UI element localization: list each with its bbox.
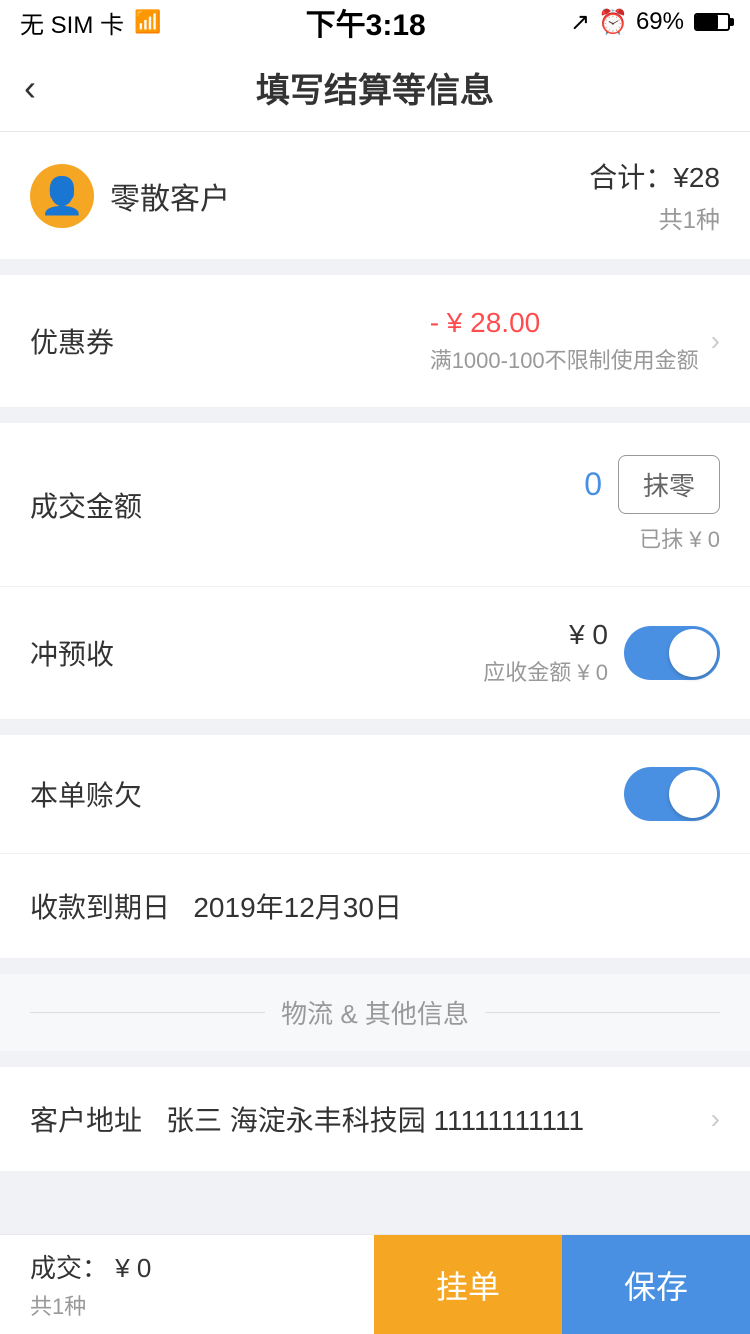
trade-value: ¥ 0 [115,1253,151,1283]
coupon-value: - ¥ 28.00 满1000-100不限制使用金额 [430,307,699,375]
coupon-discount: - ¥ 28.00 [430,307,699,339]
logistics-header: 物流 & 其他信息 [0,974,750,1051]
amount-top: 0 抹零 [584,455,720,514]
bottom-summary: 成交： ¥ 0 共1种 [0,1248,374,1321]
status-left: 无 SIM 卡 📶 [20,5,161,40]
page-title: 填写结算等信息 [256,63,494,112]
amount-label: 成交金额 [30,485,142,525]
pre-collection-row: 冲预收 ¥ 0 应收金额 ¥ 0 [0,587,750,719]
credit-toggle[interactable] [624,767,720,821]
address-chevron-icon: › [711,1103,720,1135]
avatar-icon: 👤 [40,175,85,217]
credit-toggle-knob [669,770,717,818]
address-section: 客户地址 张三 海淀永丰科技园 11111111111 › [0,1067,750,1171]
carrier-text: 无 SIM 卡 [20,5,124,40]
pre-collection-toggle[interactable] [624,626,720,680]
battery-icon [694,13,730,31]
wifi-icon: 📶 [134,9,161,35]
back-button[interactable]: ‹ [24,67,36,109]
round-zero-button[interactable]: 抹零 [618,455,720,514]
customer-section: 👤 零散客户 合计：¥28 共1种 [0,132,750,259]
credit-row: 本单赊欠 [0,735,750,853]
pre-label: 冲预收 [30,633,114,673]
bottom-trade-text: 成交： ¥ 0 [30,1248,344,1285]
address-value: 张三 海淀永丰科技园 11111111111 [150,1099,711,1139]
nav-bar: ‹ 填写结算等信息 [0,44,750,132]
credit-label: 本单赊欠 [30,774,142,814]
total-amount: 合计：¥28 [589,156,720,196]
logistics-line-right [485,1012,720,1013]
credit-section: 本单赊欠 收款到期日 2019年12月30日 [0,735,750,958]
battery-percentage: 69% [636,8,684,36]
status-time: 下午3:18 [306,0,426,44]
due-date-value: 2019年12月30日 [193,892,402,923]
bottom-count: 共1种 [30,1289,344,1321]
address-label: 客户地址 [30,1099,150,1139]
save-button[interactable]: 保存 [562,1235,750,1334]
amount-sub-text: 已抹 ¥ 0 [639,522,720,554]
address-row[interactable]: 客户地址 张三 海淀永丰科技园 11111111111 › [0,1067,750,1171]
toggle-knob [669,629,717,677]
pre-amounts: ¥ 0 应收金额 ¥ 0 [483,619,608,687]
customer-right: 合计：¥28 共1种 [589,156,720,235]
transaction-section: 成交金额 0 抹零 已抹 ¥ 0 冲预收 ¥ 0 应收金额 ¥ 0 [0,423,750,719]
location-icon: ↗ [570,8,590,37]
avatar: 👤 [30,164,94,228]
logistics-line-left [30,1012,265,1013]
status-bar: 无 SIM 卡 📶 下午3:18 ↗ ⏰ 69% [0,0,750,44]
coupon-section: 优惠券 - ¥ 28.00 满1000-100不限制使用金额 › [0,275,750,407]
alarm-icon: ⏰ [598,8,628,37]
pre-left: 冲预收 [30,633,114,673]
hold-order-button[interactable]: 挂单 [374,1235,562,1334]
logistics-section: 物流 & 其他信息 [0,974,750,1051]
due-label-text: 收款到期日 [30,892,170,923]
chevron-icon: › [711,325,720,357]
coupon-row[interactable]: 优惠券 - ¥ 28.00 满1000-100不限制使用金额 › [0,275,750,407]
logistics-title: 物流 & 其他信息 [281,994,469,1031]
amount-row: 成交金额 0 抹零 已抹 ¥ 0 [0,423,750,587]
trade-label: 成交： [30,1253,108,1283]
customer-name: 零散客户 [110,174,230,218]
coupon-right: - ¥ 28.00 满1000-100不限制使用金额 › [430,307,720,375]
pre-sub: 应收金额 ¥ 0 [483,655,608,687]
amount-value: 0 [584,466,602,503]
pre-right: ¥ 0 应收金额 ¥ 0 [483,619,720,687]
pre-value: ¥ 0 [483,619,608,651]
total-count: 共1种 [589,200,720,235]
coupon-label: 优惠券 [30,321,114,361]
customer-left: 👤 零散客户 [30,164,230,228]
bottom-bar: 成交： ¥ 0 共1种 挂单 保存 [0,1234,750,1334]
status-right: ↗ ⏰ 69% [570,8,730,37]
coupon-sub: 满1000-100不限制使用金额 [430,343,699,375]
due-date-row: 收款到期日 2019年12月30日 [0,853,750,958]
due-date-label: 收款到期日 2019年12月30日 [30,892,402,923]
